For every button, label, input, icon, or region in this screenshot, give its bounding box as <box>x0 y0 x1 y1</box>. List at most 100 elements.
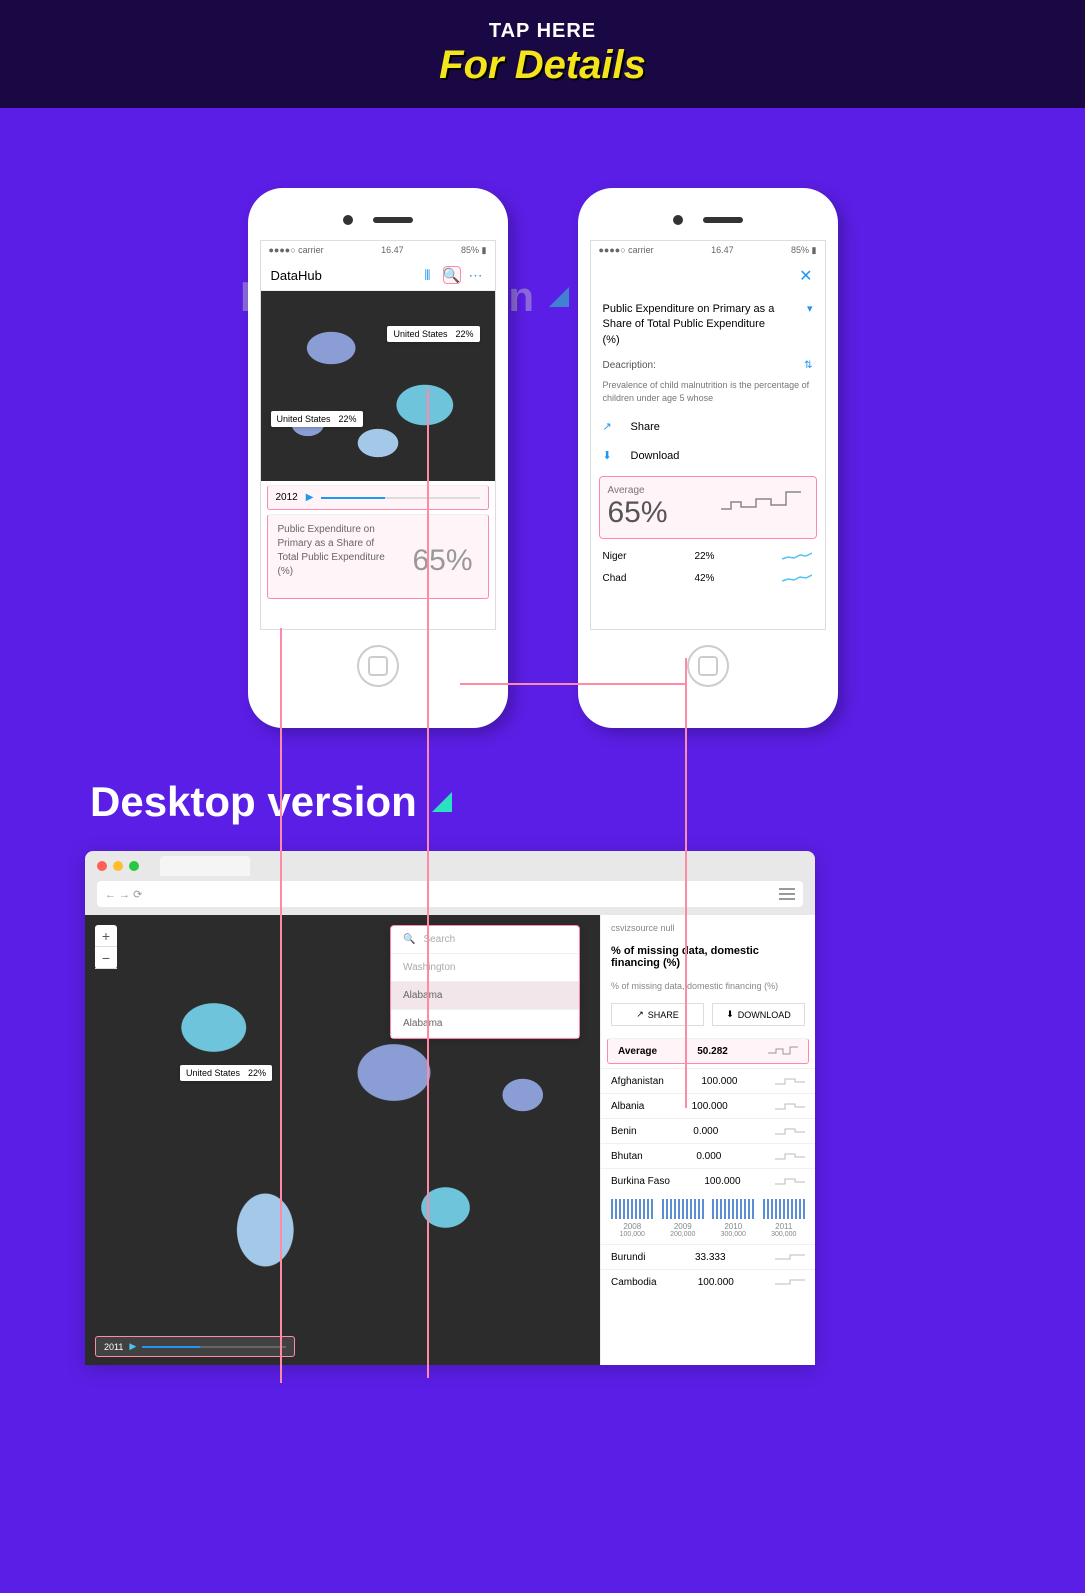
country-row[interactable]: Chad42% <box>591 567 825 589</box>
sparkline-icon <box>775 1075 805 1087</box>
country-row[interactable]: Burkina Faso100.000 <box>601 1168 815 1193</box>
year-column[interactable]: 2010300,000 <box>712 1199 755 1238</box>
country-row[interactable]: Niger22% <box>591 545 825 567</box>
sparkline-icon <box>782 572 812 584</box>
zoom-control: + − <box>95 925 117 969</box>
download-icon: ⬇ <box>603 449 619 462</box>
search-icon: 🔍 <box>403 934 415 945</box>
search-result[interactable]: Alabama <box>391 982 579 1010</box>
search-input-row[interactable]: 🔍Search <box>391 926 579 954</box>
caret-down-icon[interactable]: ▾ <box>807 302 813 348</box>
search-result[interactable]: Washington <box>391 954 579 982</box>
year-label: 2011 <box>104 1342 123 1352</box>
world-map[interactable]: United States22% United States22% <box>261 291 495 481</box>
download-row[interactable]: ⬇Download <box>591 441 825 470</box>
year-column[interactable]: 2008100,000 <box>611 1199 654 1238</box>
share-icon: ↗ <box>636 1009 644 1020</box>
speaker-icon <box>703 217 743 223</box>
sparkline-icon <box>775 1175 805 1187</box>
close-dot-icon[interactable] <box>97 861 107 871</box>
menu-icon[interactable] <box>779 888 795 900</box>
description-text: Prevalence of child malnutrition is the … <box>591 377 825 412</box>
sparkline-icon <box>775 1100 805 1112</box>
home-button[interactable] <box>357 645 399 687</box>
browser-tab[interactable] <box>160 856 250 876</box>
desktop-timeline[interactable]: 2011 ▶ <box>95 1336 295 1357</box>
download-icon: ⬇ <box>726 1009 734 1020</box>
timeline-slider[interactable] <box>321 497 479 499</box>
zoom-out-button[interactable]: − <box>95 947 117 969</box>
phone-mockup-2: ●●●●○ carrier16.4785% ▮ ✕ Public Expendi… <box>578 188 838 728</box>
country-row[interactable]: Afghanistan100.000 <box>601 1068 815 1093</box>
search-dropdown: 🔍Search WashingtonAlabamaAlabama <box>390 925 580 1039</box>
app-bar: DataHub ⫴ 🔍 ⋯ <box>261 260 495 291</box>
share-icon: ↗ <box>603 420 619 433</box>
big-value: 65% <box>412 544 472 578</box>
browser-chrome <box>85 851 815 881</box>
source-label: csvizsource null <box>601 915 815 941</box>
tap-here-text: TAP HERE <box>489 20 596 43</box>
desktop-section-title: Desktop version <box>90 778 1085 826</box>
share-row[interactable]: ↗Share <box>591 412 825 441</box>
side-panel: csvizsource null % of missing data, dome… <box>600 915 815 1365</box>
year-column[interactable]: 2011300,000 <box>763 1199 806 1238</box>
promo-banner[interactable]: TAP HERE For Details <box>0 0 1085 108</box>
expand-icon[interactable]: ⇅ <box>804 360 812 371</box>
timeline-slider[interactable] <box>142 1346 286 1348</box>
phone-mockup-1: ●●●●○ carrier16.4785% ▮ DataHub ⫴ 🔍 ⋯ Un… <box>248 188 508 728</box>
info-card[interactable]: Public Expenditure on Primary as a Share… <box>267 514 489 599</box>
year-bar: 2008100,0002009200,0002010300,0002011300… <box>601 1193 815 1244</box>
play-icon[interactable]: ▶ <box>129 1341 136 1352</box>
timeline-control[interactable]: 2012 ▶ <box>267 485 489 510</box>
average-label: Average <box>618 1046 657 1057</box>
map-tooltip: United States22% <box>180 1065 272 1081</box>
detail-title: Public Expenditure on Primary as a Share… <box>591 292 825 354</box>
maximize-dot-icon[interactable] <box>129 861 139 871</box>
sparkline-icon <box>775 1251 805 1263</box>
sparkline-icon <box>775 1125 805 1137</box>
url-bar[interactable]: ← → ⟳ <box>97 881 803 907</box>
more-icon[interactable]: ⋯ <box>467 266 485 284</box>
play-icon[interactable]: ▶ <box>306 492 314 503</box>
app-title: DataHub <box>271 268 322 283</box>
minimize-dot-icon[interactable] <box>113 861 123 871</box>
search-icon[interactable]: 🔍 <box>443 266 461 284</box>
sparkline-icon <box>782 550 812 562</box>
average-card: Average 65% <box>599 476 817 539</box>
triangle-icon <box>432 792 452 812</box>
sparkline-icon <box>775 1150 805 1162</box>
year-label: 2012 <box>276 492 298 503</box>
sparkline-icon <box>721 487 801 517</box>
close-icon[interactable]: ✕ <box>799 268 812 285</box>
download-button[interactable]: ⬇DOWNLOAD <box>712 1003 805 1026</box>
map-tooltip-1: United States22% <box>387 326 479 342</box>
panel-title: % of missing data, domestic financing (%… <box>601 941 815 977</box>
zoom-in-button[interactable]: + <box>95 925 117 947</box>
desktop-map[interactable]: + − United States22% 🔍Search WashingtonA… <box>85 915 600 1365</box>
browser-window: ← → ⟳ + − United States22% 🔍Search Washi… <box>85 851 815 1365</box>
camera-icon <box>343 215 353 225</box>
description-header[interactable]: Deacription:⇅ <box>591 354 825 377</box>
indicator-label: Public Expenditure on Primary as a Share… <box>278 523 398 579</box>
status-bar: ●●●●○ carrier16.4785% ▮ <box>591 241 825 260</box>
country-row[interactable]: Cambodia100.000 <box>601 1269 815 1294</box>
layers-icon[interactable]: ⫴ <box>419 266 437 284</box>
camera-icon <box>673 215 683 225</box>
map-tooltip-2: United States22% <box>271 411 363 427</box>
panel-subtitle: % of missing data, domestic financing (%… <box>601 977 815 995</box>
for-details-text: For Details <box>439 43 646 88</box>
average-value: 50.282 <box>697 1046 728 1057</box>
average-row: Average 50.282 <box>607 1038 809 1064</box>
sparkline-icon <box>775 1276 805 1288</box>
year-column[interactable]: 2009200,000 <box>662 1199 705 1238</box>
country-row[interactable]: Bhutan0.000 <box>601 1143 815 1168</box>
search-result[interactable]: Alabama <box>391 1010 579 1038</box>
home-button[interactable] <box>687 645 729 687</box>
country-row[interactable]: Benin0.000 <box>601 1118 815 1143</box>
country-row[interactable]: Albania100.000 <box>601 1093 815 1118</box>
speaker-icon <box>373 217 413 223</box>
sparkline-icon <box>768 1045 798 1057</box>
country-row[interactable]: Burundi33.333 <box>601 1244 815 1269</box>
share-button[interactable]: ↗SHARE <box>611 1003 704 1026</box>
status-bar: ●●●●○ carrier16.4785% ▮ <box>261 241 495 260</box>
